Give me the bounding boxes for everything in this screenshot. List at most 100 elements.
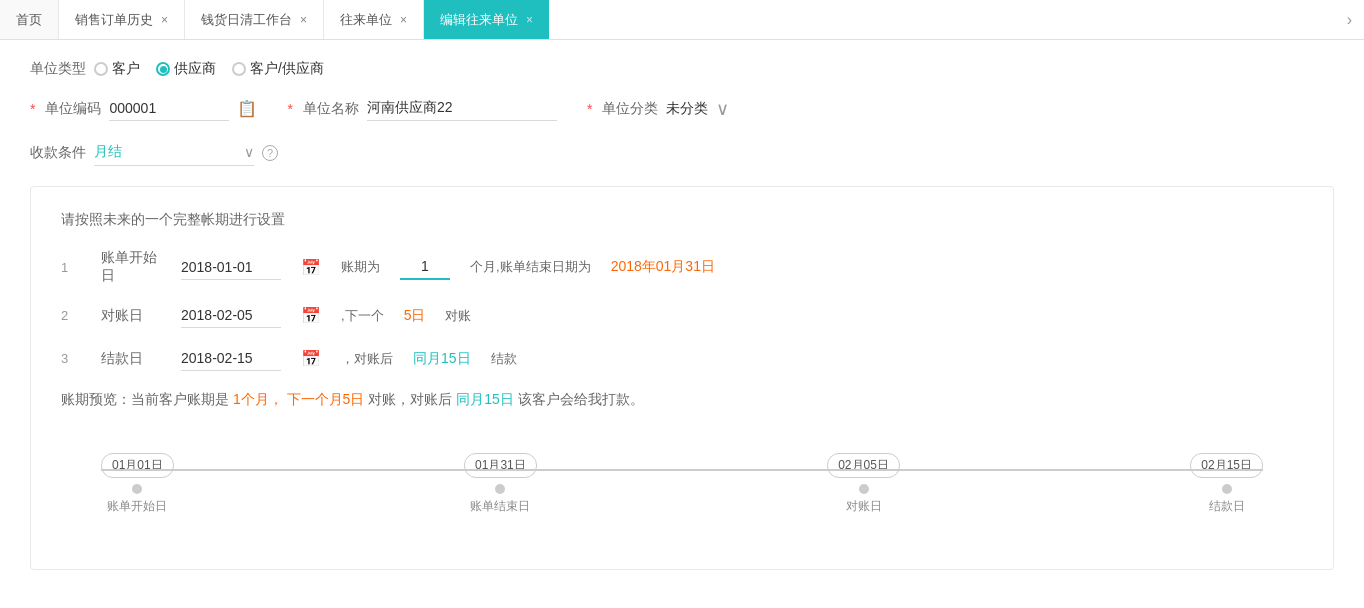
settle-cal-2[interactable]: 📅 xyxy=(301,306,321,325)
unit-classify-dropdown[interactable]: 未分类 ∨ xyxy=(666,98,816,120)
settlement-hint: 请按照未来的一个完整帐期进行设置 xyxy=(61,211,1303,229)
settle-date-2[interactable] xyxy=(181,303,281,328)
radio-customer[interactable]: 客户 xyxy=(94,60,140,78)
radio-customer-supplier[interactable]: 客户/供应商 xyxy=(232,60,324,78)
tab-bar: 首页 销售订单历史 × 钱货日清工作台 × 往来单位 × 编辑往来单位 × › xyxy=(0,0,1364,40)
tab-sales-order-label: 销售订单历史 xyxy=(75,11,153,29)
preview-suffix: 该客户会给我打款。 xyxy=(518,391,644,407)
radio-customer-circle xyxy=(94,62,108,76)
settle-label-1: 账单开始日 xyxy=(101,249,161,285)
help-icon[interactable]: ? xyxy=(262,145,278,161)
unit-name-group: * 单位名称 xyxy=(287,96,556,121)
unit-name-star: * xyxy=(287,101,292,117)
tab-cash-work-label: 钱货日清工作台 xyxy=(201,11,292,29)
preview-period: 1个月， xyxy=(233,391,283,407)
unit-code-label: 单位编码 xyxy=(45,100,101,118)
unit-type-label: 单位类型 xyxy=(30,60,86,78)
preview-middle: 对账，对账后 xyxy=(368,391,452,407)
radio-customer-supplier-label: 客户/供应商 xyxy=(250,60,324,78)
payment-row: 收款条件 月结 ∨ ? xyxy=(30,139,1334,166)
settle-label-3: 结款日 xyxy=(101,350,161,368)
settle-end-date-colored: 2018年01月31日 xyxy=(611,258,715,276)
main-content: 单位类型 客户 供应商 客户/供应商 xyxy=(0,40,1364,608)
settlement-box: 请按照未来的一个完整帐期进行设置 1 账单开始日 📅 账期为 个月,账单结束日期… xyxy=(30,186,1334,570)
radio-customer-supplier-circle xyxy=(232,62,246,76)
preview-text: 账期预览：当前客户账期是 1个月， 下一个月5日 对账，对账后 同月15日 该客… xyxy=(61,391,1303,409)
settle-desc-suffix-2: 对账 xyxy=(445,307,471,325)
timeline-dot-1 xyxy=(132,484,142,494)
settle-date-1[interactable] xyxy=(181,255,281,280)
tab-partner-label: 往来单位 xyxy=(340,11,392,29)
preview-prefix: 账期预览：当前客户账期是 xyxy=(61,391,229,407)
radio-customer-label: 客户 xyxy=(112,60,140,78)
unit-info-row: * 单位编码 📋 * 单位名称 * 单位分类 未分类 ∨ xyxy=(30,96,1334,121)
settle-desc-prefix-3: ，对账后 xyxy=(341,350,393,368)
unit-classify-group: * 单位分类 未分类 ∨ xyxy=(587,98,816,120)
timeline: 01月01日 账单开始日 01月31日 账单结束日 02月05日 对账日 xyxy=(61,433,1303,545)
settle-next-month-colored: 5日 xyxy=(404,307,426,325)
tab-sales-order[interactable]: 销售订单历史 × xyxy=(59,0,185,39)
payment-label: 收款条件 xyxy=(30,144,86,162)
timeline-date-1: 01月01日 xyxy=(101,453,174,478)
timeline-node-4: 02月15日 结款日 xyxy=(1190,453,1263,515)
unit-type-radios: 客户 供应商 客户/供应商 xyxy=(94,60,324,78)
settle-same-month-colored: 同月15日 xyxy=(413,350,471,368)
unit-code-group: * 单位编码 📋 xyxy=(30,96,257,121)
settle-cal-3[interactable]: 📅 xyxy=(301,349,321,368)
settle-date-3[interactable] xyxy=(181,346,281,371)
unit-type-group: 单位类型 客户 供应商 客户/供应商 xyxy=(30,60,324,78)
timeline-date-4: 02月15日 xyxy=(1190,453,1263,478)
settle-desc-prefix-2: ,下一个 xyxy=(341,307,384,325)
tab-sales-order-close[interactable]: × xyxy=(161,13,168,27)
tab-edit-partner[interactable]: 编辑往来单位 × xyxy=(424,0,549,39)
unit-name-input[interactable] xyxy=(367,96,557,121)
settle-desc-suffix-1: 个月,账单结束日期为 xyxy=(470,258,591,276)
radio-supplier-label: 供应商 xyxy=(174,60,216,78)
timeline-dot-2 xyxy=(495,484,505,494)
timeline-line xyxy=(101,469,1263,471)
unit-code-icon[interactable]: 📋 xyxy=(237,99,257,118)
preview-pay: 同月15日 xyxy=(456,391,514,407)
timeline-caption-3: 对账日 xyxy=(846,498,882,515)
settle-row-3: 3 结款日 📅 ，对账后 同月15日 结款 xyxy=(61,346,1303,371)
preview-next: 下一个月5日 xyxy=(287,391,365,407)
timeline-caption-1: 账单开始日 xyxy=(107,498,167,515)
timeline-date-2: 01月31日 xyxy=(464,453,537,478)
payment-select[interactable]: 月结 ∨ xyxy=(94,139,254,166)
timeline-nodes: 01月01日 账单开始日 01月31日 账单结束日 02月05日 对账日 xyxy=(101,453,1263,515)
timeline-caption-4: 结款日 xyxy=(1209,498,1245,515)
tab-cash-work-close[interactable]: × xyxy=(300,13,307,27)
settle-period-input[interactable] xyxy=(400,254,450,280)
classify-arrow-icon: ∨ xyxy=(716,98,729,120)
timeline-node-3: 02月05日 对账日 xyxy=(827,453,900,515)
tab-edit-partner-close[interactable]: × xyxy=(526,13,533,27)
radio-supplier-circle xyxy=(156,62,170,76)
settle-num-3: 3 xyxy=(61,351,81,366)
settle-desc-suffix-3: 结款 xyxy=(491,350,517,368)
timeline-dot-3 xyxy=(859,484,869,494)
tab-more-button[interactable]: › xyxy=(1335,0,1364,39)
payment-arrow-icon: ∨ xyxy=(244,144,254,160)
unit-code-star: * xyxy=(30,101,35,117)
timeline-node-1: 01月01日 账单开始日 xyxy=(101,453,174,515)
tab-cash-work[interactable]: 钱货日清工作台 × xyxy=(185,0,324,39)
unit-classify-star: * xyxy=(587,101,592,117)
tab-edit-partner-label: 编辑往来单位 xyxy=(440,11,518,29)
unit-classify-value: 未分类 xyxy=(666,100,708,118)
tab-partner-close[interactable]: × xyxy=(400,13,407,27)
tab-home-label: 首页 xyxy=(16,11,42,29)
tab-home[interactable]: 首页 xyxy=(0,0,59,39)
payment-group: 收款条件 月结 ∨ ? xyxy=(30,139,278,166)
radio-supplier[interactable]: 供应商 xyxy=(156,60,216,78)
unit-code-input[interactable] xyxy=(109,96,229,121)
timeline-date-3: 02月05日 xyxy=(827,453,900,478)
settle-desc-prefix-1: 账期为 xyxy=(341,258,380,276)
settle-row-2: 2 对账日 📅 ,下一个 5日 对账 xyxy=(61,303,1303,328)
settle-cal-1[interactable]: 📅 xyxy=(301,258,321,277)
payment-value: 月结 xyxy=(94,143,122,161)
settle-num-1: 1 xyxy=(61,260,81,275)
timeline-caption-2: 账单结束日 xyxy=(470,498,530,515)
tab-partner[interactable]: 往来单位 × xyxy=(324,0,424,39)
timeline-dot-4 xyxy=(1222,484,1232,494)
timeline-node-2: 01月31日 账单结束日 xyxy=(464,453,537,515)
